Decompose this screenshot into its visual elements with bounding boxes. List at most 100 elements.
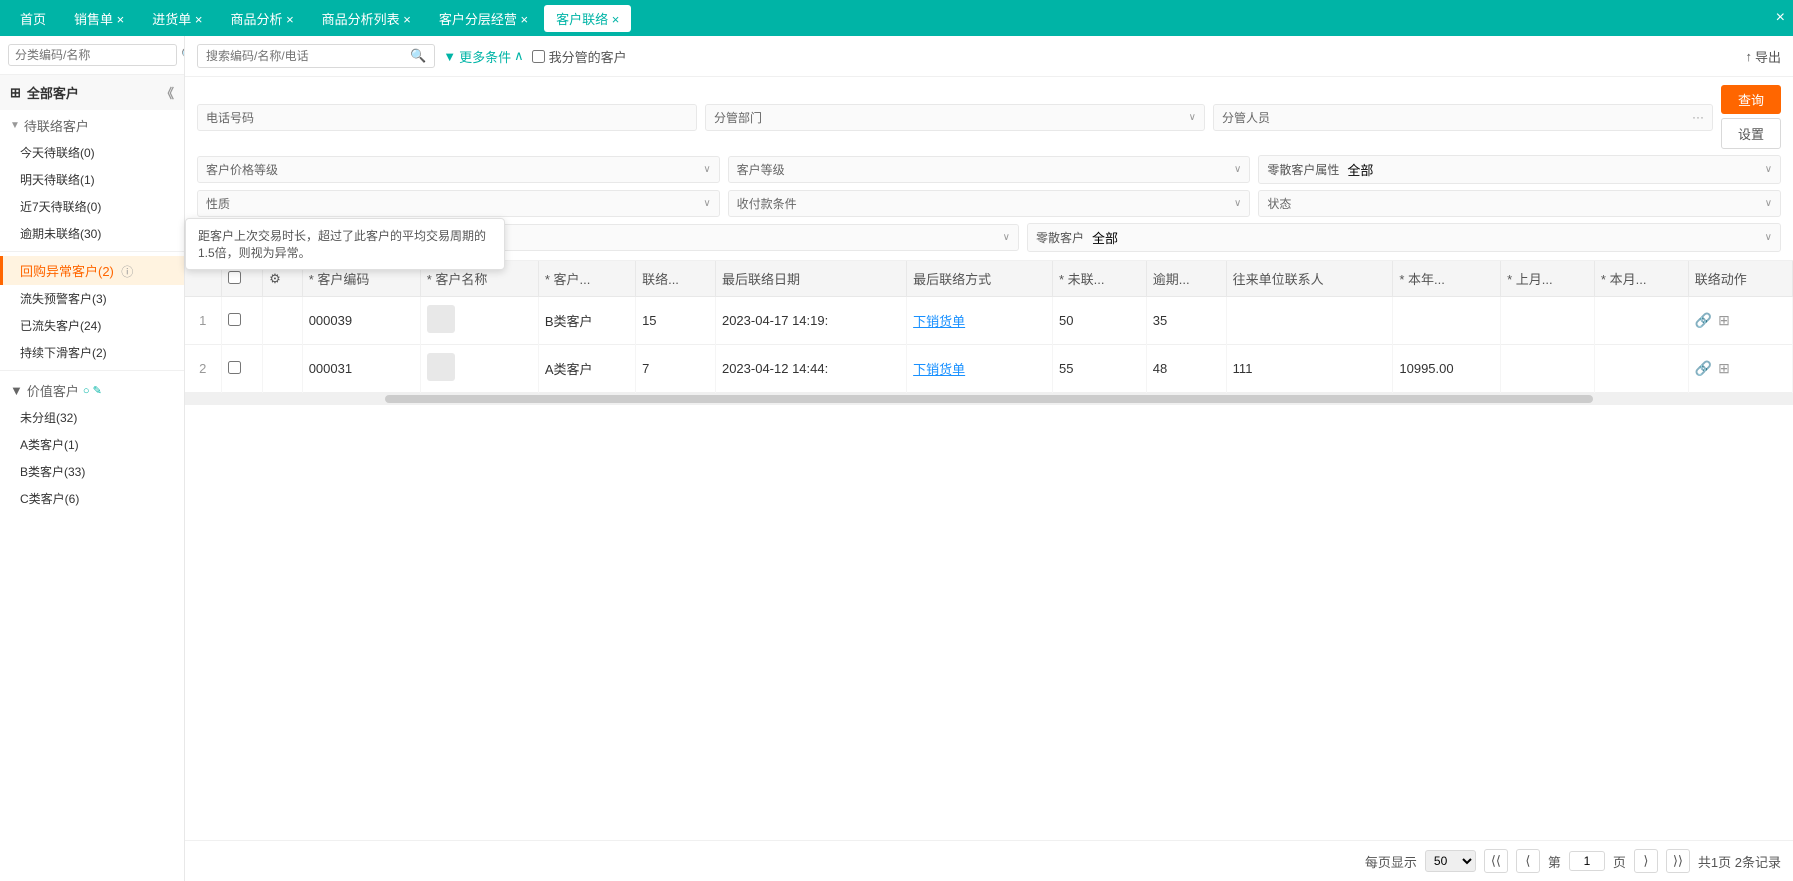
filter-nature[interactable]: 性质 ∨ [197,190,720,217]
content-area: 🔍 ▼ 更多条件 ∧ 我分管的客户 ↑ 导出 电话号码 [185,36,1793,881]
horizontal-scrollbar[interactable] [185,393,1793,405]
filter-payment[interactable]: 收付款条件 ∨ [728,190,1251,217]
sidebar-item-churned[interactable]: 已流失客户(24) [0,312,184,339]
more-conditions-label: 更多条件 [459,47,511,66]
total-label: 共1页 2条记录 [1698,852,1781,871]
nav-customer-contact[interactable]: 客户联络 × [544,5,631,32]
filter-scatter-attr[interactable]: 零散客户属性 全部 ∨ [1258,155,1781,184]
tooltip-box: 距客户上次交易时长，超过了此客户的平均交易周期的1.5倍，则视为异常。 [185,218,505,270]
close-window-button[interactable]: × [1776,9,1785,27]
avatar [427,353,455,381]
search-icon[interactable]: 🔍 [410,48,426,64]
export-label: 导出 [1755,47,1781,66]
sidebar-value-group: ▼ 价值客户 ○ ✎ [0,375,184,404]
sidebar-item-overdue[interactable]: 逾期未联络(30) [0,220,184,247]
query-button[interactable]: 查询 [1721,85,1781,114]
edit-icon[interactable]: ○ ✎ [83,384,102,397]
link-icon[interactable]: 🔗 [1695,312,1712,329]
filter-price-level[interactable]: 客户价格等级 ∨ [197,156,720,183]
col-overdue-header: 逾期... [1146,261,1226,297]
last-page-button[interactable]: ⟩⟩ [1666,849,1690,873]
select-all-checkbox[interactable] [228,271,241,284]
sidebar-all-customers-title: ⊞ 全部客户 《 [0,75,184,110]
filter-scatter-customer[interactable]: 零散客户 全部 ∨ [1027,223,1781,252]
page-input[interactable] [1569,851,1605,871]
value-group-label: 价值客户 [27,381,79,400]
prev-page-button[interactable]: ⟨ [1516,849,1540,873]
scatter-customer-value: 全部 [1092,228,1761,247]
my-customers-checkbox[interactable] [532,50,545,63]
sidebar-item-a-class[interactable]: A类客户(1) [0,431,184,458]
first-page-button[interactable]: ⟨⟨ [1484,849,1508,873]
scrollbar-thumb[interactable] [385,395,1593,403]
export-button[interactable]: ↑ 导出 [1745,47,1781,66]
sidebar-item-c-class[interactable]: C类客户(6) [0,485,184,512]
row-last-method[interactable]: 下销货单 [907,297,1053,345]
row-num: 1 [185,297,221,345]
pending-group-label: 待联络客户 [24,116,89,135]
nav-purchase[interactable]: 进货单 × [140,5,214,32]
filter-status[interactable]: 状态 ∨ [1258,190,1781,217]
sidebar-item-repurchase-abnormal[interactable]: 回购异常客户(2) ⓘ [0,256,184,285]
chevron-down-nature: ∨ [703,198,710,209]
settings-button[interactable]: 设置 [1721,118,1781,149]
gear-icon[interactable]: ⚙ [269,271,281,287]
nav-customer-tier[interactable]: 客户分层经营 × [427,5,540,32]
col-last-contact-method-header: 最后联络方式 [907,261,1053,297]
more-conditions-button[interactable]: ▼ 更多条件 ∧ [443,47,523,66]
filter-phone[interactable]: 电话号码 [197,104,697,131]
chevron-down-scatter: ∨ [1765,232,1772,243]
sidebar-item-b-class[interactable]: B类客户(33) [0,458,184,485]
info-icon: ⓘ [121,265,133,279]
sidebar-item-declining[interactable]: 持续下滑客户(2) [0,339,184,366]
row-checkbox[interactable] [221,297,263,345]
filter-dept[interactable]: 分管部门 ∨ [705,104,1205,131]
filter-manager[interactable]: 分管人员 ··· [1213,104,1713,131]
sidebar-item-unclassified[interactable]: 未分组(32) [0,404,184,431]
sidebar-collapse-button[interactable]: 《 [161,83,174,102]
nav-sales[interactable]: 销售单 × [62,5,136,32]
link-icon[interactable]: 🔗 [1695,360,1712,377]
row-last-date: 2023-04-17 14:19: [715,297,906,345]
export-icon: ↑ [1745,49,1752,64]
chevron-down-status: ∨ [1765,198,1772,209]
row-action: 🔗 ⊞ [1688,297,1792,345]
row-last-month [1501,345,1595,393]
row-select-checkbox[interactable] [228,361,241,374]
sidebar-item-churn-warning[interactable]: 流失预警客户(3) [0,285,184,312]
filter-customer-level-label: 客户等级 [737,161,785,178]
filter-payment-label: 收付款条件 [737,195,797,212]
chevron-down-icon-dept: ∨ [1189,112,1196,123]
filter-customer-level[interactable]: 客户等级 ∨ [728,156,1251,183]
sidebar-item-week-pending[interactable]: 近7天待联络(0) [0,193,184,220]
grid-action-icon[interactable]: ⊞ [1718,312,1730,329]
repurchase-abnormal-label: 回购异常客户(2) [20,264,114,279]
nav-home[interactable]: 首页 [8,5,58,32]
my-customers-label: 我分管的客户 [549,47,627,66]
next-page-button[interactable]: ⟩ [1634,849,1658,873]
sidebar-item-tomorrow-pending[interactable]: 明天待联络(1) [0,166,184,193]
grid-icon: ⊞ [10,85,21,101]
nav-product-analysis[interactable]: 商品分析 × [218,5,305,32]
row-this-year: 10995.00 [1393,345,1501,393]
row-code: 000031 [302,345,420,393]
row-related-person: 111 [1226,345,1393,393]
nav-product-list[interactable]: 商品分析列表 × [310,5,423,32]
row-last-method[interactable]: 下销货单 [907,345,1053,393]
col-contacts-header: 联络... [636,261,716,297]
col-not-contacted-header: * 未联... [1053,261,1147,297]
grid-action-icon[interactable]: ⊞ [1718,360,1730,377]
table-row: 1 000039 B类客户 15 2023-04-17 14:19: 下销货单 … [185,297,1793,345]
contact-method-link[interactable]: 下销货单 [913,314,965,329]
my-customers-checkbox-area: 我分管的客户 [532,47,627,66]
row-name [420,345,538,393]
sidebar-item-today-pending[interactable]: 今天待联络(0) [0,139,184,166]
contact-method-link[interactable]: 下销货单 [913,362,965,377]
row-checkbox[interactable] [221,345,263,393]
per-page-select[interactable]: 50 100 [1425,850,1476,872]
search-input[interactable] [206,49,406,63]
row-contacts: 15 [636,297,716,345]
row-select-checkbox[interactable] [228,313,241,326]
sidebar-search-input[interactable] [8,44,177,66]
sidebar: 🔍 ⊞ 全部客户 《 ▼ 待联络客户 今天待联络(0) 明天待联络(1) 近7天… [0,36,185,881]
